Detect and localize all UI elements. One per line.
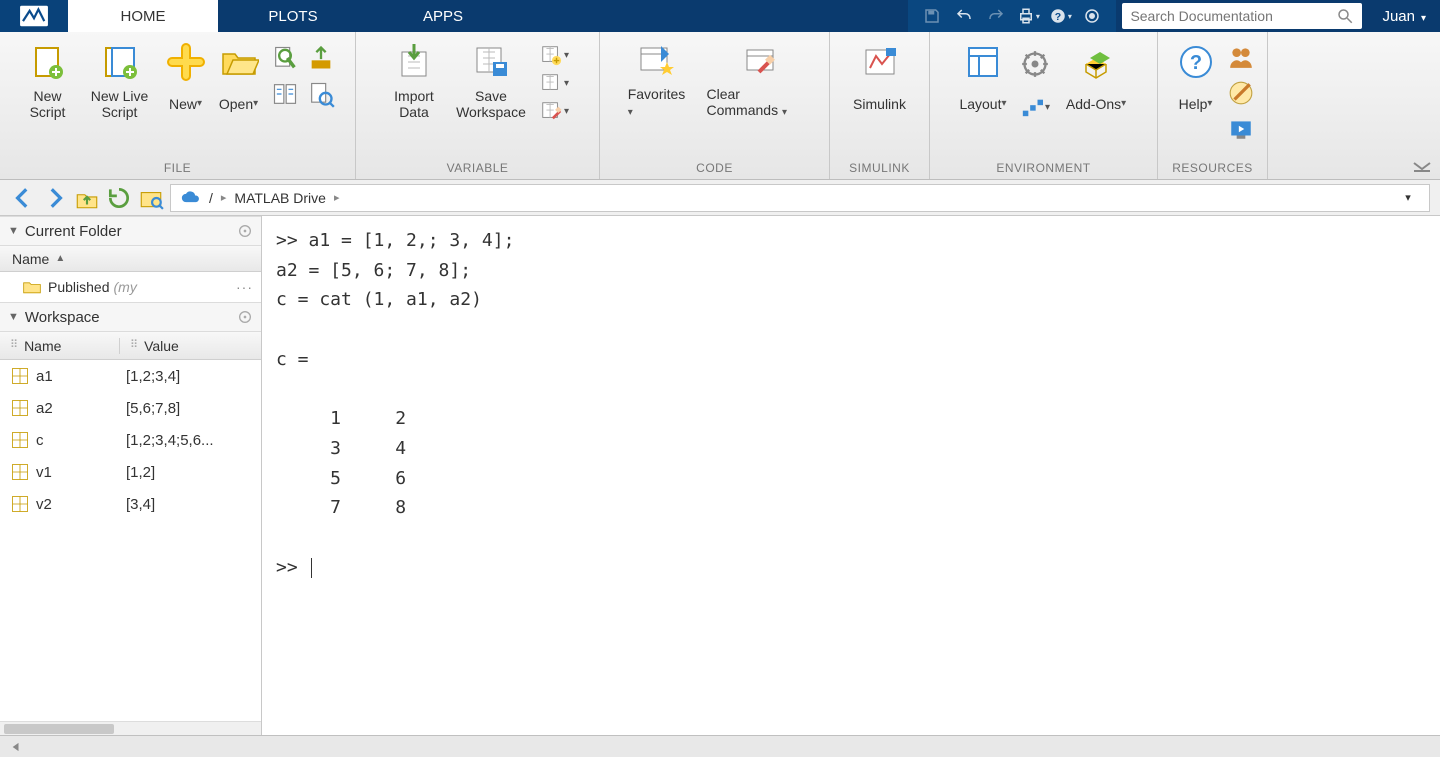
- search-documentation[interactable]: [1122, 3, 1362, 29]
- variable-icon: [10, 398, 30, 418]
- save-workspace-button[interactable]: Save Workspace: [446, 40, 536, 124]
- simulink-group-label: SIMULINK: [836, 159, 923, 177]
- target-icon[interactable]: [1078, 3, 1106, 29]
- request-support-icon[interactable]: [1228, 80, 1254, 106]
- help-button[interactable]: ? Help: [1168, 40, 1224, 124]
- ws-name-column[interactable]: ⠿Name: [0, 338, 120, 354]
- sort-asc-icon: ▲: [55, 253, 65, 264]
- search-icon: [1336, 7, 1354, 25]
- resources-group-label: RESOURCES: [1164, 159, 1261, 177]
- svg-text:?: ?: [1055, 11, 1061, 23]
- workspace-variable[interactable]: a1[1,2;3,4]: [0, 360, 261, 392]
- minimize-ribbon-icon[interactable]: [1412, 159, 1432, 173]
- clear-workspace-icon[interactable]: [540, 100, 569, 122]
- workspace-variable[interactable]: v2[3,4]: [0, 488, 261, 520]
- set-path-icon[interactable]: [1021, 96, 1050, 118]
- import-data-button[interactable]: Import Data: [382, 40, 446, 124]
- search-input[interactable]: [1130, 8, 1332, 24]
- back-button[interactable]: [10, 185, 36, 211]
- go-to-file-icon[interactable]: [307, 80, 335, 108]
- layout-button[interactable]: Layout: [949, 40, 1017, 124]
- user-menu[interactable]: Juan: [1368, 0, 1440, 32]
- variable-icon: [10, 366, 30, 386]
- addr-folder[interactable]: MATLAB Drive: [234, 190, 326, 206]
- addons-button[interactable]: Add-Ons: [1054, 40, 1138, 124]
- new-button[interactable]: New: [161, 40, 211, 124]
- browse-icon[interactable]: [138, 185, 164, 211]
- simulink-button[interactable]: Simulink: [836, 40, 923, 124]
- undo-icon[interactable]: [950, 3, 978, 29]
- collapse-icon[interactable]: ▼: [8, 225, 19, 237]
- upload-icon[interactable]: [307, 44, 335, 72]
- clear-commands-button[interactable]: Clear Commands: [703, 40, 819, 120]
- workspace-variable[interactable]: c[1,2;3,4;5,6...: [0, 424, 261, 456]
- matlab-logo[interactable]: [0, 0, 68, 32]
- variable-group-label: VARIABLE: [362, 159, 593, 177]
- new-live-script-button[interactable]: New Live Script: [79, 40, 161, 124]
- favorites-button[interactable]: Favorites: [611, 40, 703, 120]
- tab-plots[interactable]: PLOTS: [218, 0, 368, 32]
- tab-home[interactable]: HOME: [68, 0, 218, 32]
- redo-icon[interactable]: [982, 3, 1010, 29]
- preferences-icon[interactable]: [1021, 50, 1049, 78]
- chevron-right-icon[interactable]: ▸: [221, 191, 227, 204]
- current-folder-header[interactable]: ▼ Current Folder: [0, 216, 261, 246]
- cloud-icon: [181, 190, 201, 206]
- community-icon[interactable]: [1228, 44, 1254, 70]
- refresh-icon[interactable]: [106, 185, 132, 211]
- go-to-start-icon[interactable]: [8, 740, 22, 754]
- panel-options-icon[interactable]: [237, 223, 253, 239]
- save-icon[interactable]: [918, 3, 946, 29]
- code-group-label: CODE: [606, 159, 823, 177]
- variable-icon: [10, 494, 30, 514]
- collapse-icon[interactable]: ▼: [8, 311, 19, 323]
- panel-options-icon[interactable]: [237, 309, 253, 325]
- open-button[interactable]: Open: [211, 40, 267, 124]
- svg-text:?: ?: [1189, 52, 1201, 74]
- workspace-variable[interactable]: v1[1,2]: [0, 456, 261, 488]
- user-name: Juan: [1382, 8, 1415, 25]
- address-dropdown[interactable]: ▾: [1397, 191, 1419, 204]
- name-column-header[interactable]: Name ▲: [0, 246, 261, 272]
- workspace-variable[interactable]: a2[5,6;7,8]: [0, 392, 261, 424]
- help-icon[interactable]: ?▾: [1046, 3, 1074, 29]
- file-group-label: FILE: [6, 159, 349, 177]
- folder-icon: [22, 279, 42, 295]
- tab-apps[interactable]: APPS: [368, 0, 518, 32]
- find-files-icon[interactable]: [271, 44, 299, 72]
- item-actions-icon[interactable]: ···: [236, 279, 253, 295]
- workspace-scrollbar[interactable]: [0, 721, 261, 735]
- command-window[interactable]: >> a1 = [1, 2,; 3, 4]; a2 = [5, 6; 7, 8]…: [262, 216, 1440, 735]
- folder-item[interactable]: Published (my ···: [0, 276, 261, 298]
- workspace-header[interactable]: ▼ Workspace: [0, 302, 261, 332]
- up-folder-icon[interactable]: [74, 185, 100, 211]
- forward-button[interactable]: [42, 185, 68, 211]
- print-icon[interactable]: ▾: [1014, 3, 1042, 29]
- ws-value-column[interactable]: ⠿Value: [120, 338, 261, 354]
- environment-group-label: ENVIRONMENT: [936, 159, 1151, 177]
- new-variable-icon[interactable]: [540, 44, 569, 66]
- addr-root: /: [209, 190, 213, 206]
- open-variable-icon[interactable]: [540, 72, 569, 94]
- chevron-right-icon[interactable]: ▸: [334, 191, 340, 204]
- compare-icon[interactable]: [271, 80, 299, 108]
- address-path[interactable]: / ▸ MATLAB Drive ▸ ▾: [170, 184, 1430, 212]
- variable-icon: [10, 430, 30, 450]
- variable-icon: [10, 462, 30, 482]
- new-script-button[interactable]: New Script: [17, 40, 79, 124]
- learn-matlab-icon[interactable]: [1228, 116, 1254, 142]
